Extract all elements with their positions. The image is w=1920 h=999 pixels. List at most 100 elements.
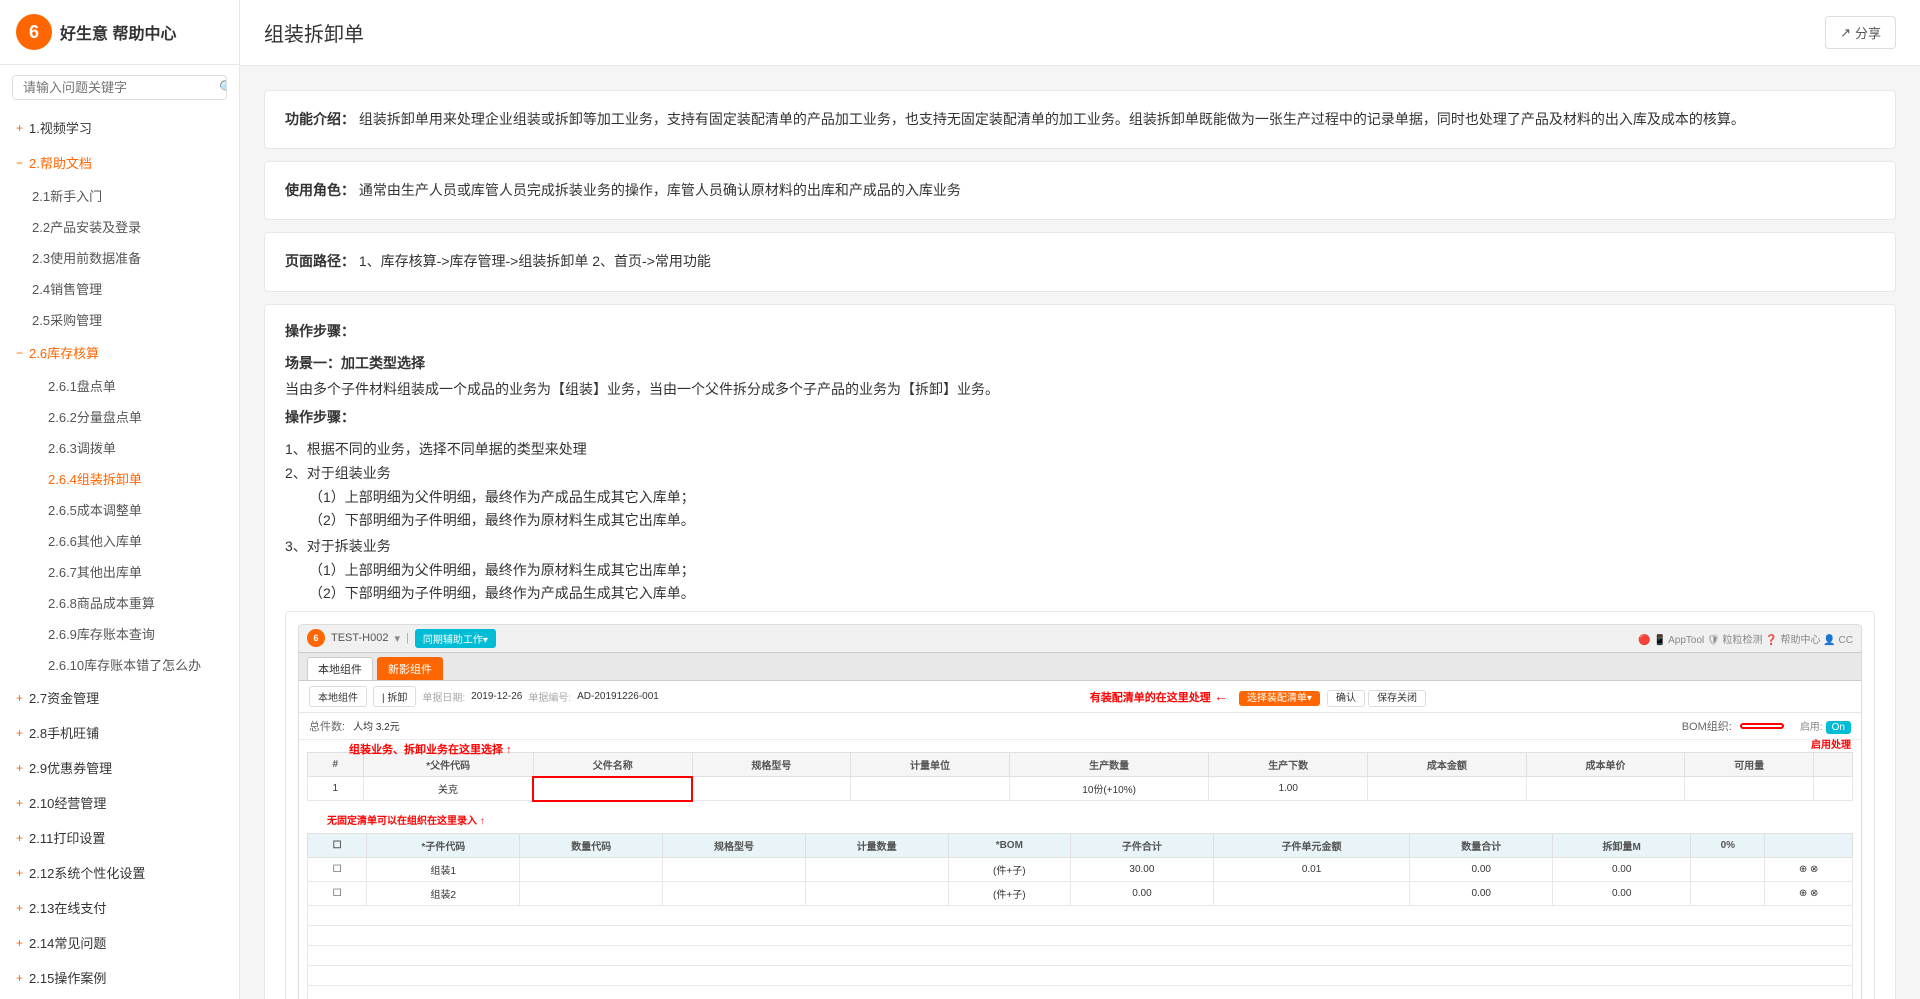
sub-table-row-3 xyxy=(308,905,1853,925)
plus-icon-2.7: + xyxy=(16,691,23,705)
table-row: 1 关克 10份(+10%) 1.00 xyxy=(308,777,1853,801)
mock-switch-label: 启用: xyxy=(1800,722,1823,733)
sidebar-item-2.7[interactable]: + 2.7资金管理 xyxy=(0,680,239,715)
sub-table-row-1: ☐ 组装1 (件+子) 30.00 0.01 0.00 0.00 xyxy=(308,857,1853,881)
mock-annotation3-container: 启用: On 启用处理 xyxy=(1792,718,1851,733)
search-box[interactable]: 🔍 xyxy=(12,75,227,100)
step-2-sub1: （1）上部明细为父件明细，最终作为产成品生成其它入库单； xyxy=(285,487,1875,507)
mock-toolbar-icons: 🔴 📱 AppTool 🛡 粒粒检测 ❓ 帮助中心 👤 CC xyxy=(1638,631,1853,646)
mock-btn-save[interactable]: 保存关闭 xyxy=(1368,690,1426,707)
sidebar-item-2.4[interactable]: 2.4销售管理 xyxy=(0,273,239,304)
role-text: 通常由生产人员或库管人员完成拆装业务的操作，库管人员确认原材料的出库和产成品的入… xyxy=(359,182,961,198)
mock-label-date: 单据日期: xyxy=(422,689,465,704)
sidebar-item-2.8[interactable]: + 2.8手机旺铺 xyxy=(0,715,239,750)
mock-sub-th-pct: 0% xyxy=(1691,833,1765,857)
mock-sub-td-alt1 xyxy=(520,857,663,881)
sidebar-item-2.9[interactable]: + 2.9优惠券管理 xyxy=(0,750,239,785)
mock-btn-chaijie[interactable]: | 拆卸 xyxy=(373,686,416,707)
sidebar: 6 好生意 帮助中心 🔍 + 1.视频学习 − 2.帮助文档 2.1新手入门 2… xyxy=(0,0,240,999)
sidebar-item-video[interactable]: + 1.视频学习 xyxy=(0,110,239,145)
step-2-sub2: （2）下部明细为子件明细，最终作为原材料生成其它出库单。 xyxy=(285,510,1875,530)
mock-sub-th-spec: 规格型号 xyxy=(663,833,806,857)
mock-app-id: TEST-H002 xyxy=(331,632,388,644)
mock-sub-td-qty1 xyxy=(805,857,948,881)
app-title: 好生意 帮助中心 xyxy=(60,20,176,44)
mock-btn-choose[interactable]: 选择装配清单▾ xyxy=(1239,691,1320,706)
arrow-up-icon: ↑ xyxy=(506,744,512,756)
sidebar-item-2.6.10[interactable]: 2.6.10库存账本错了怎么办 xyxy=(0,649,239,680)
sidebar-item-2.6.8[interactable]: 2.6.8商品成本重算 xyxy=(0,587,239,618)
page-title: 组装拆卸单 xyxy=(264,18,364,47)
content-area: 功能介绍： 组装拆卸单用来处理企业组装或拆卸等加工业务，支持有固定装配清单的产品… xyxy=(240,66,1920,999)
mock-th-unit: 计量单位 xyxy=(851,752,1010,777)
mock-th-prod-qty: 生产数量 xyxy=(1009,752,1208,777)
mock-th-prod-sub: 生产下数 xyxy=(1209,752,1368,777)
main-header: 组装拆卸单 ↗ 分享 xyxy=(240,0,1920,66)
scenario1-title: 场景一：加工类型选择 xyxy=(285,353,1875,373)
sidebar-item-2.10[interactable]: + 2.10经营管理 xyxy=(0,785,239,820)
share-button[interactable]: ↗ 分享 xyxy=(1825,16,1896,49)
sidebar-item-2.14[interactable]: + 2.14常见问题 xyxy=(0,925,239,960)
mock-sub-table: ☐ *子件代码 数量代码 规格型号 计量数量 *BOM 子件合计 子件单元金额 … xyxy=(307,833,1853,999)
mock-sub-td-spec2 xyxy=(663,881,806,905)
mock-btn-confirm[interactable]: 确认 xyxy=(1327,690,1365,707)
sidebar-item-2.6.7[interactable]: 2.6.7其他出库单 xyxy=(0,556,239,587)
sidebar-item-2.2[interactable]: 2.2产品安装及登录 xyxy=(0,211,239,242)
mock-sub-th-unitamt: 子件单元金额 xyxy=(1213,833,1410,857)
sidebar-item-2.6.9[interactable]: 2.6.9库存账本查询 xyxy=(0,618,239,649)
plus-icon-2.13: + xyxy=(16,901,23,915)
plus-icon-2.12: + xyxy=(16,866,23,880)
sidebar-item-2.1[interactable]: 2.1新手入门 xyxy=(0,180,239,211)
annotation3-label: 启用处理 xyxy=(1811,736,1851,751)
sub-table-row-5 xyxy=(308,945,1853,965)
op-steps-title: 操作步骤： xyxy=(285,321,1875,341)
mock-sub-td-code1: 组装1 xyxy=(367,857,520,881)
sidebar-item-2.13[interactable]: + 2.13在线支付 xyxy=(0,890,239,925)
sidebar-item-2.5[interactable]: 2.5采购管理 xyxy=(0,304,239,335)
mock-bom-input[interactable] xyxy=(1740,723,1784,729)
sidebar-item-2.6.3[interactable]: 2.6.3调拨单 xyxy=(0,432,239,463)
search-button[interactable]: 🔍 xyxy=(209,75,227,100)
path-label: 页面路径： xyxy=(285,253,355,269)
plus-icon-2.9: + xyxy=(16,761,23,775)
mock-label-bom: BOM组织: xyxy=(1682,718,1732,734)
mock-annotation1: 有装配清单的在这里处理 xyxy=(1090,692,1211,704)
mock-docno-val: AD-20191226-001 xyxy=(577,691,659,702)
search-input[interactable] xyxy=(13,75,209,100)
plus-icon-2.11: + xyxy=(16,831,23,845)
steps-list: 1、根据不同的业务，选择不同单据的类型来处理 2、对于组装业务 （1）上部明细为… xyxy=(285,439,1875,603)
mock-btn-zuzhuang[interactable]: 本地组件 xyxy=(309,686,367,707)
sidebar-item-2.6.5[interactable]: 2.6.5成本调整单 xyxy=(0,494,239,525)
mock-sub-td-op2: ⊕ ⊗ xyxy=(1765,881,1853,905)
mock-td-seq: 1 xyxy=(308,777,364,801)
op-steps-label: 操作步骤： xyxy=(285,407,1875,427)
mock-sub-td-check2: ☐ xyxy=(308,881,367,905)
mock-switch-on: On xyxy=(1826,721,1851,734)
step-3-sub2: （2）下部明细为子件明细，最终作为产成品生成其它入库单。 xyxy=(285,583,1875,603)
mock-sub-td-total1: 30.00 xyxy=(1071,857,1214,881)
mock-annotation4: 无固定清单可以在组织在这里录入 ↑ xyxy=(307,812,1853,827)
mock-td-prodqty: 10份(+10%) xyxy=(1009,777,1208,801)
mock-sub-td-qsum2: 0.00 xyxy=(1410,881,1553,905)
sidebar-item-2.12[interactable]: + 2.12系统个性化设置 xyxy=(0,855,239,890)
mock-sub-th-altcode: 数量代码 xyxy=(520,833,663,857)
mock-td-avail xyxy=(1685,777,1814,801)
sidebar-item-2.6.4[interactable]: 2.6.4组装拆卸单 xyxy=(0,463,239,494)
mock-td-spec xyxy=(692,777,851,801)
sidebar-item-2.15[interactable]: + 2.15操作案例 xyxy=(0,960,239,995)
sidebar-item-2.6[interactable]: − 2.6库存核算 xyxy=(0,335,239,370)
mock-toolbar: 本地组件 | 拆卸 单据日期: 2019-12-26 单据编号: AD-2019… xyxy=(299,681,1861,713)
mock-sub-th-qtysum: 数量合计 xyxy=(1410,833,1553,857)
mock-date-val: 2019-12-26 xyxy=(471,691,522,702)
sidebar-item-2.11[interactable]: + 2.11打印设置 xyxy=(0,820,239,855)
mock-sub-td-bom2: (件+子) xyxy=(948,881,1071,905)
mock-sub-th-code: *子件代码 xyxy=(367,833,520,857)
sidebar-item-2.6.2[interactable]: 2.6.2分量盘点单 xyxy=(0,401,239,432)
mock-sub-table-area: 无固定清单可以在组织在这里录入 ↑ ☐ *子件代码 数量代码 规格型号 计 xyxy=(299,808,1861,999)
sidebar-header: 6 好生意 帮助中心 xyxy=(0,0,239,65)
sidebar-item-2.6.1[interactable]: 2.6.1盘点单 xyxy=(0,370,239,401)
mock-sub-td-code2: 组装2 xyxy=(367,881,520,905)
sidebar-item-2.3[interactable]: 2.3使用前数据准备 xyxy=(0,242,239,273)
sidebar-item-docs[interactable]: − 2.帮助文档 xyxy=(0,145,239,180)
sidebar-item-2.6.6[interactable]: 2.6.6其他入库单 xyxy=(0,525,239,556)
